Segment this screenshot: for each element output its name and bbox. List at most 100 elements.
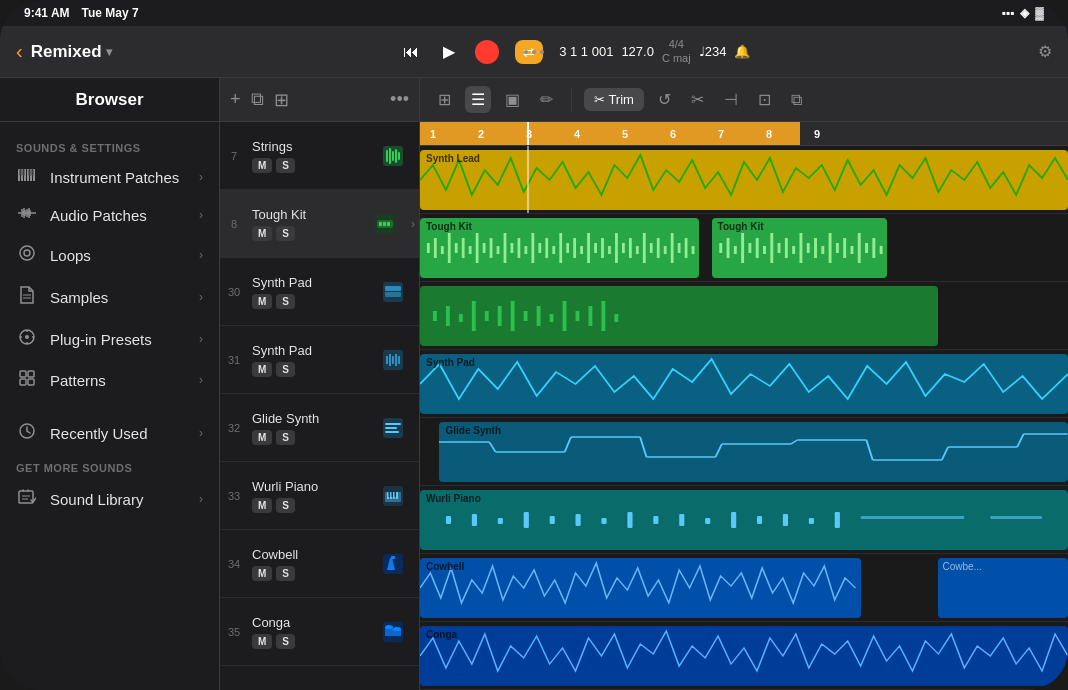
svg-rect-188 (809, 518, 814, 524)
sidebar-item-recently-used[interactable]: Recently Used › (0, 412, 219, 454)
sidebar-item-audio-patches[interactable]: Audio Patches › (0, 196, 219, 234)
mute-button[interactable]: M (252, 158, 272, 173)
sidebar-item-patterns[interactable]: Patterns › (0, 360, 219, 400)
track-row[interactable]: 34 Cowbell M S (220, 530, 419, 598)
rewind-button[interactable]: ⏮ (399, 39, 423, 65)
solo-button[interactable]: S (276, 634, 295, 649)
sidebar-item-samples[interactable]: Samples › (0, 276, 219, 318)
solo-button[interactable]: S (276, 498, 295, 513)
group-button[interactable]: ⊡ (752, 86, 777, 113)
svg-rect-190 (861, 516, 965, 519)
track-row[interactable]: 33 Wurli Piano M S (220, 462, 419, 530)
svg-rect-118 (692, 246, 695, 254)
trim-button[interactable]: ✂ Trim (584, 88, 644, 111)
solo-button[interactable]: S (276, 226, 295, 241)
track-icon (375, 614, 411, 650)
mute-button[interactable]: M (252, 566, 272, 581)
status-bar: 9:41 AM Tue May 7 ▪▪▪ ◈ ▓ (0, 0, 1068, 26)
svg-line-172 (942, 447, 948, 460)
svg-rect-43 (392, 151, 394, 161)
mute-button[interactable]: M (252, 634, 272, 649)
audio-patches-chevron: › (199, 208, 203, 222)
more-options-button[interactable]: ••• (388, 87, 411, 112)
loops-label: Loops (50, 247, 187, 264)
sidebar-item-instrument-patches[interactable]: Instrument Patches › (0, 158, 219, 196)
bpm-display: 127.0 (621, 44, 654, 59)
mute-button[interactable]: M (252, 430, 272, 445)
svg-rect-181 (627, 512, 632, 528)
ruler-mark-4: 4 (574, 128, 580, 140)
edit-button[interactable]: ✏ (534, 86, 559, 113)
get-more-sounds-label: GET MORE SOUNDS (0, 454, 219, 478)
play-button[interactable]: ▶ (439, 38, 459, 65)
track-row[interactable]: 35 Conga M S (220, 598, 419, 666)
track-row[interactable]: 8 Tough Kit M S (220, 190, 419, 258)
clip-synth-pad-31[interactable]: Synth Pad (420, 354, 1068, 414)
timeline-track-glide-synth[interactable]: Glide Synth (420, 418, 1068, 486)
svg-rect-127 (777, 243, 780, 253)
svg-rect-71 (392, 492, 394, 497)
track-row[interactable]: 32 Glide Synth M S (220, 394, 419, 462)
mute-button[interactable]: M (252, 226, 272, 241)
add-region-button[interactable]: ⊞ (272, 87, 291, 113)
track-row[interactable]: 31 Synth Pad M S (220, 326, 419, 394)
add-track-button[interactable]: + (228, 87, 243, 112)
track-info: Cowbell M S (248, 547, 375, 581)
clip-cowbell-1[interactable]: Cowbell (420, 558, 861, 618)
clip-glide-synth[interactable]: Glide Synth (439, 422, 1068, 482)
split-region-button[interactable]: ⊣ (718, 86, 744, 113)
trim-label: ✂ Trim (594, 92, 634, 107)
clip-synth-pad-30[interactable] (420, 286, 938, 346)
svg-rect-179 (576, 514, 581, 526)
solo-button[interactable]: S (276, 294, 295, 309)
sidebar-item-plugin-presets[interactable]: Plug-in Presets › (0, 318, 219, 360)
track-row[interactable]: 30 Synth Pad M S (220, 258, 419, 326)
svg-rect-115 (671, 233, 674, 263)
clip-tough-kit-2[interactable]: Tough Kit (712, 218, 887, 278)
clip-wurli[interactable]: Wurli Piano (420, 490, 1068, 550)
sidebar-item-loops[interactable]: Loops › (0, 234, 219, 276)
metronome-icon[interactable]: 🔔 (734, 44, 750, 59)
grid-view-button[interactable]: ⊞ (432, 86, 457, 113)
nav-right: ⚙ (1038, 42, 1052, 61)
solo-button[interactable]: S (276, 158, 295, 173)
clip-cowbell-2[interactable]: Cowbe... (938, 558, 1068, 618)
record-button[interactable] (475, 40, 499, 64)
device-frame: 9:41 AM Tue May 7 ▪▪▪ ◈ ▓ ‹ Remixed ▾ (0, 0, 1068, 690)
project-name[interactable]: Remixed ▾ (31, 42, 112, 62)
clip-conga[interactable]: Conga (420, 626, 1068, 686)
copy-button[interactable]: ⧉ (785, 87, 808, 113)
split-button[interactable]: ✂ (685, 86, 710, 113)
timeline-track-conga[interactable]: Conga (420, 622, 1068, 690)
settings-icon[interactable]: ⚙ (1038, 42, 1052, 61)
timeline-track-synth-pad-31[interactable]: Synth Pad (420, 350, 1068, 418)
clip-tough-kit-1[interactable]: Tough Kit (420, 218, 699, 278)
window-view-button[interactable]: ▣ (499, 86, 526, 113)
track-name: Wurli Piano (252, 479, 371, 494)
samples-icon (16, 286, 38, 308)
mute-button[interactable]: M (252, 362, 272, 377)
plugin-presets-label: Plug-in Presets (50, 331, 187, 348)
mute-button[interactable]: M (252, 498, 272, 513)
timeline-track-wurli[interactable]: Wurli Piano (420, 486, 1068, 554)
ruler-mark-2: 2 (478, 128, 484, 140)
mute-button[interactable]: M (252, 294, 272, 309)
clip-synth-lead[interactable]: Synth Lead (420, 150, 1068, 210)
duplicate-track-button[interactable]: ⧉ (249, 87, 266, 112)
solo-button[interactable]: S (276, 362, 295, 377)
timeline-track-tough-kit[interactable]: Tough Kit (420, 214, 1068, 282)
timeline-track-synth-lead[interactable]: Synth Lead (420, 146, 1068, 214)
list-view-button[interactable]: ☰ (465, 86, 491, 113)
timeline-track-synth-pad-30[interactable] (420, 282, 1068, 350)
browser-content[interactable]: SOUNDS & SETTINGS (0, 122, 219, 690)
sidebar-item-sound-library[interactable]: Sound Library › (0, 478, 219, 520)
back-button[interactable]: ‹ (16, 40, 23, 63)
sound-library-chevron: › (199, 492, 203, 506)
loop-toolbar-button[interactable]: ↺ (652, 86, 677, 113)
track-row[interactable]: 7 Strings M S (220, 122, 419, 190)
timeline-tracks: Synth Lead Tough Kit (420, 146, 1068, 690)
track-expand-chevron[interactable]: › (411, 217, 415, 231)
timeline-track-cowbell[interactable]: Cowbell Cowbe... (420, 554, 1068, 622)
solo-button[interactable]: S (276, 566, 295, 581)
solo-button[interactable]: S (276, 430, 295, 445)
